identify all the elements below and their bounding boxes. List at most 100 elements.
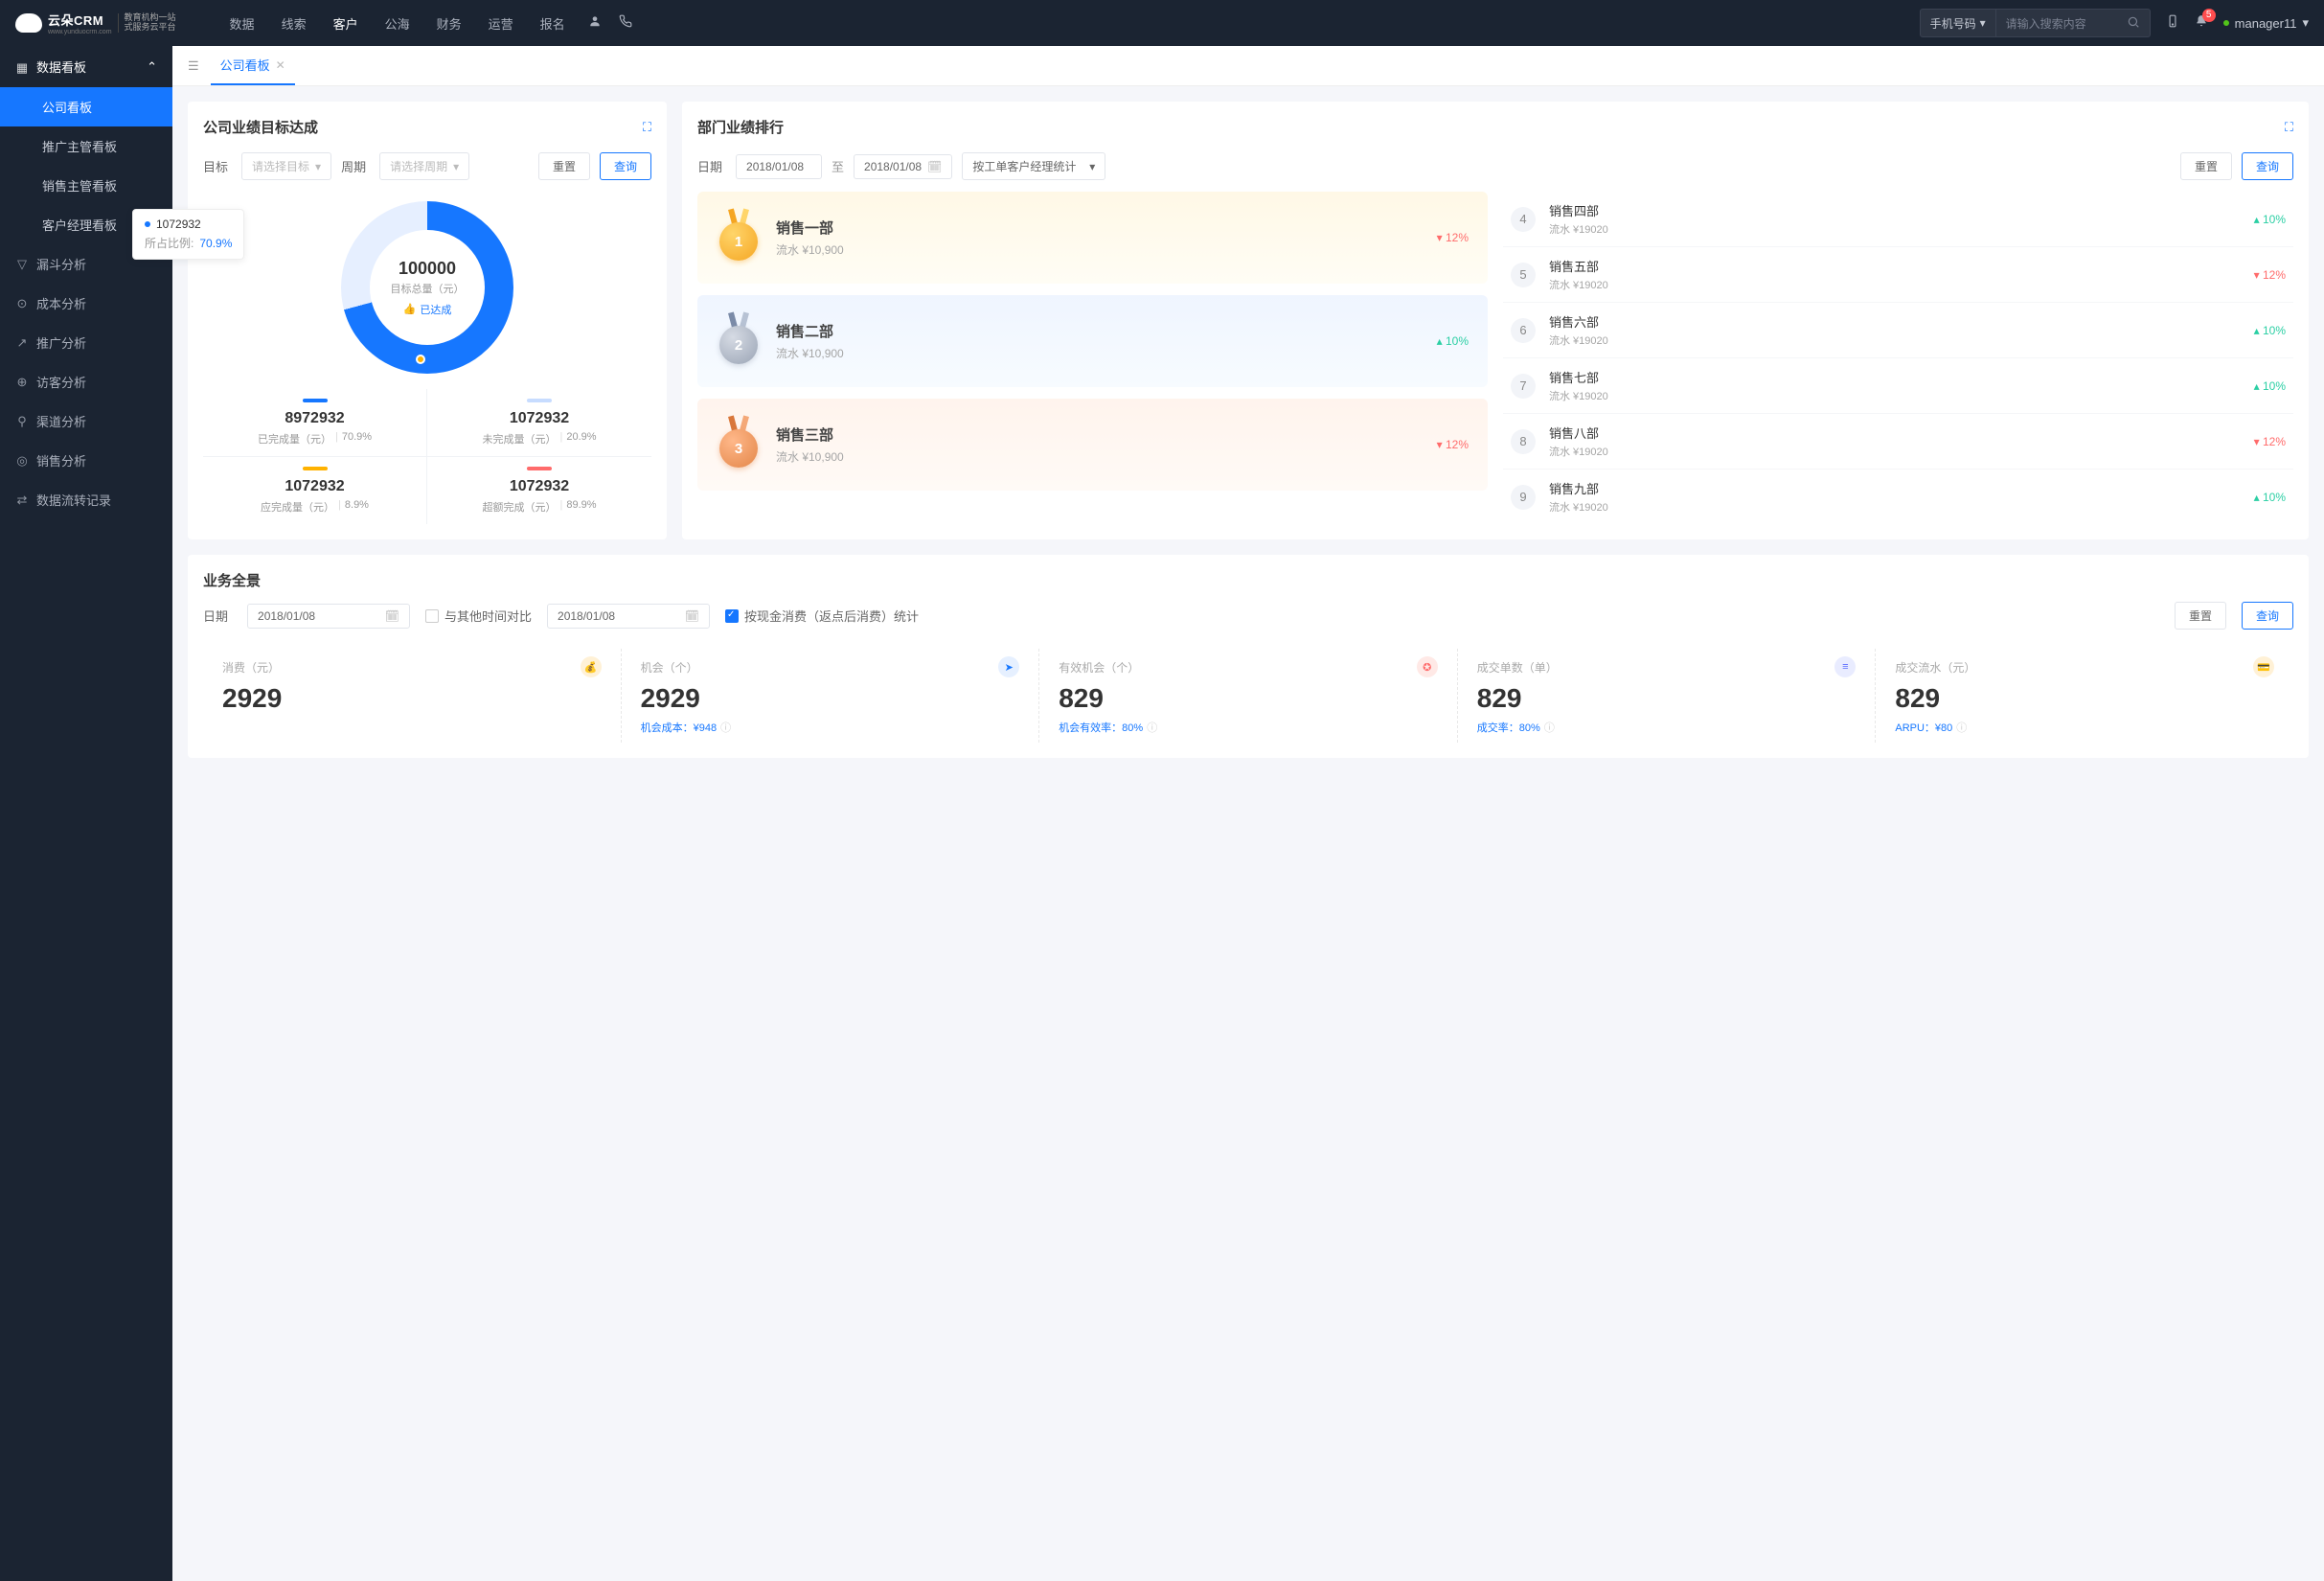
metric-cell: 1072932 超额完成（元）|89.9% <box>427 457 651 524</box>
sidebar-item[interactable]: 销售主管看板 <box>0 166 172 205</box>
goal-panel: 公司业绩目标达成 ⛶ 目标 请选择目标 ▾ 周期 请选择周期 ▾ <box>188 102 667 539</box>
date-to-input[interactable]: 2018/01/08 🗓 <box>854 154 952 179</box>
expand-icon[interactable]: ⛶ <box>2285 120 2293 135</box>
query-button[interactable]: 查询 <box>600 152 651 180</box>
calendar-icon: 🗓 <box>385 609 399 623</box>
close-icon[interactable]: ✕ <box>276 58 285 72</box>
compare-checkbox[interactable]: 与其他时间对比 <box>425 607 532 625</box>
top-header: 云朵CRM www.yunduocrm.com 教育机构一站 式服务云平台 数据… <box>0 0 2324 46</box>
rank-number: 4 <box>1511 207 1536 232</box>
sidebar-item[interactable]: 公司看板 <box>0 87 172 126</box>
query-button[interactable]: 查询 <box>2242 602 2293 630</box>
date-from-input[interactable]: 2018/01/08 <box>736 154 822 179</box>
trend-indicator: ▴ 10% <box>2254 379 2286 393</box>
reset-button[interactable]: 重置 <box>2175 602 2226 630</box>
phone-icon[interactable] <box>619 14 632 33</box>
rank-row[interactable]: 7 销售七部 流水 ¥19020 ▴ 10% <box>1503 358 2293 414</box>
notification-badge: 5 <box>2202 9 2216 22</box>
metric-cell: 1072932 应完成量（元）|8.9% <box>203 457 427 524</box>
reset-button[interactable]: 重置 <box>538 152 590 180</box>
topnav-item[interactable]: 线索 <box>282 14 307 33</box>
search-input[interactable]: 请输入搜索内容 <box>1996 10 2150 36</box>
trend-indicator: ▴ 10% <box>1437 334 1469 348</box>
rank-row[interactable]: 8 销售八部 流水 ¥19020 ▾ 12% <box>1503 414 2293 470</box>
sidebar-item[interactable]: ⚲渠道分析 <box>0 401 172 441</box>
target-select[interactable]: 请选择目标 ▾ <box>241 152 331 180</box>
rank-card[interactable]: 3 销售三部 流水 ¥10,900 ▾ 12% <box>697 399 1488 491</box>
sidebar-item[interactable]: ◎销售分析 <box>0 441 172 480</box>
topnav-item[interactable]: 客户 <box>333 14 358 33</box>
sidebar-item[interactable]: ↗推广分析 <box>0 323 172 362</box>
rank-row[interactable]: 6 销售六部 流水 ¥19020 ▴ 10% <box>1503 303 2293 358</box>
overview-date1-input[interactable]: 2018/01/08 🗓 <box>247 604 410 629</box>
bell-icon[interactable]: 5 <box>2195 14 2208 33</box>
bar-icon <box>303 399 328 402</box>
trend-indicator: ▾ 12% <box>1437 231 1469 244</box>
logo[interactable]: 云朵CRM www.yunduocrm.com 教育机构一站 式服务云平台 <box>15 11 192 35</box>
topnav-item[interactable]: 公海 <box>385 14 410 33</box>
top-nav: 数据 线索 客户 公海 财务 运营 报名 <box>230 14 565 33</box>
rank-row[interactable]: 9 销售九部 流水 ¥19020 ▴ 10% <box>1503 470 2293 524</box>
expand-icon[interactable]: ⛶ <box>643 120 651 135</box>
medal-icon: 2 <box>717 312 761 370</box>
rank-number: 6 <box>1511 318 1536 343</box>
trend-indicator: ▴ 10% <box>2254 213 2286 226</box>
sidebar-item[interactable]: ⇄数据流转记录 <box>0 480 172 519</box>
search-group: 手机号码 ▾ 请输入搜索内容 <box>1920 9 2151 37</box>
help-icon[interactable]: ⓘ <box>1544 720 1555 735</box>
query-button[interactable]: 查询 <box>2242 152 2293 180</box>
cloud-icon <box>15 13 42 33</box>
stat-mode-select[interactable]: 按工单客户经理统计 ▾ <box>962 152 1105 180</box>
collapse-icon[interactable]: ☰ <box>188 58 199 74</box>
medal-icon: 1 <box>717 209 761 266</box>
menu-icon: ◎ <box>15 453 29 469</box>
tab-company-board[interactable]: 公司看板 ✕ <box>211 46 295 85</box>
tabbar: ☰ 公司看板 ✕ <box>172 46 2324 86</box>
grid-icon: ▦ <box>15 60 29 76</box>
panel-title: 公司业绩目标达成 <box>203 117 318 137</box>
trend-indicator: ▴ 10% <box>2254 324 2286 337</box>
goal-donut-chart: 1072932 所占比例: 70.9% 100000 目标总量（元） 👍已达成 <box>203 192 651 374</box>
search-icon <box>2127 15 2140 32</box>
sidebar-item[interactable]: 推广主管看板 <box>0 126 172 166</box>
main: ☰ 公司看板 ✕ 公司业绩目标达成 ⛶ 目标 请选择目标 <box>172 46 2324 1581</box>
reset-button[interactable]: 重置 <box>2180 152 2232 180</box>
rank-number: 9 <box>1511 485 1536 510</box>
sidebar-item[interactable]: ⊕访客分析 <box>0 362 172 401</box>
calendar-icon: 🗓 <box>927 160 942 173</box>
cash-checkbox[interactable]: 按现金消费（返点后消费）统计 <box>725 607 919 625</box>
bag-icon: 💰 <box>581 656 602 677</box>
stat-card: 有效机会（个） ✪ 829 机会有效率：80% ⓘ <box>1039 649 1458 743</box>
help-icon[interactable]: ⓘ <box>1956 720 1967 735</box>
menu-icon: ↗ <box>15 335 29 351</box>
period-select[interactable]: 请选择周期 ▾ <box>379 152 469 180</box>
logo-url: www.yunduocrm.com <box>48 29 112 35</box>
help-icon[interactable]: ⓘ <box>720 720 731 735</box>
status-dot-icon <box>2223 20 2229 26</box>
calendar-icon: 🗓 <box>685 609 699 623</box>
rank-number: 8 <box>1511 429 1536 454</box>
topnav-item[interactable]: 运营 <box>489 14 513 33</box>
rank-row[interactable]: 5 销售五部 流水 ¥19020 ▾ 12% <box>1503 247 2293 303</box>
logo-title: 云朵CRM <box>48 11 112 29</box>
topnav-item[interactable]: 报名 <box>540 14 565 33</box>
rank-panel: 部门业绩排行 ⛶ 日期 2018/01/08 至 2018/01/08 🗓 <box>682 102 2309 539</box>
help-icon[interactable]: ⓘ <box>1147 720 1157 735</box>
checkbox-checked-icon <box>725 609 739 623</box>
stat-card: 消费（元） 💰 2929 <box>203 649 622 743</box>
rank-row[interactable]: 4 销售四部 流水 ¥19020 ▴ 10% <box>1503 192 2293 247</box>
rank-card[interactable]: 2 销售二部 流水 ¥10,900 ▴ 10% <box>697 295 1488 387</box>
sidebar-group-header[interactable]: ▦数据看板 ⌃ <box>0 46 172 87</box>
mobile-icon[interactable] <box>2166 14 2179 33</box>
chevron-down-icon: ▾ <box>1089 160 1095 173</box>
topnav-item[interactable]: 财务 <box>437 14 462 33</box>
rank-card[interactable]: 1 销售一部 流水 ¥10,900 ▾ 12% <box>697 192 1488 284</box>
menu-icon: ⊕ <box>15 375 29 390</box>
user-icon[interactable] <box>588 14 602 33</box>
topnav-item[interactable]: 数据 <box>230 14 255 33</box>
search-type-select[interactable]: 手机号码 ▾ <box>1921 10 1996 36</box>
sidebar-item[interactable]: ⊙成本分析 <box>0 284 172 323</box>
overview-date2-input[interactable]: 2018/01/08 🗓 <box>547 604 710 629</box>
trend-indicator: ▾ 12% <box>2254 435 2286 448</box>
user-menu[interactable]: manager11 ▾ <box>2223 15 2309 31</box>
